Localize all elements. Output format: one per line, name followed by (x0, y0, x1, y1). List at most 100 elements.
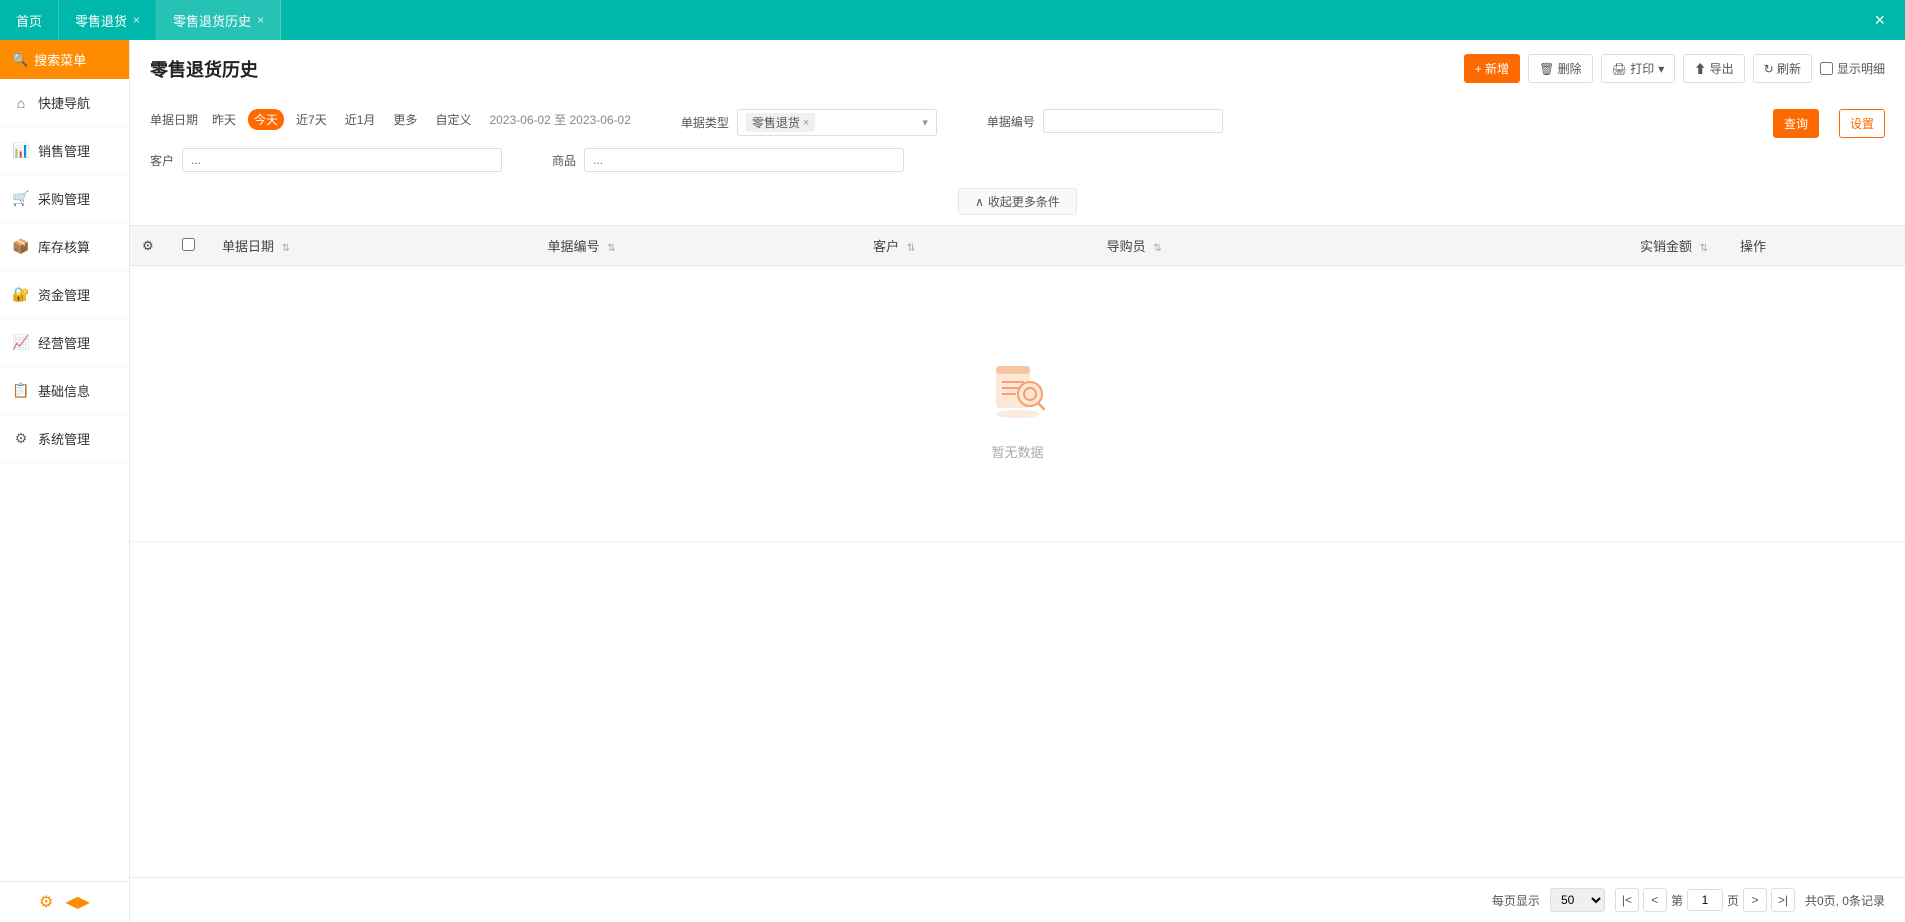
empty-text: 暂无数据 (991, 442, 1043, 461)
date-opt-last1month[interactable]: 近1月 (339, 109, 382, 130)
page-number-input[interactable] (1687, 889, 1723, 911)
inventory-icon: 📦 (12, 238, 30, 256)
sidebar-item-quick-nav[interactable]: ⌂ 快捷导航 (0, 79, 129, 127)
type-tag: 零售退货 × (746, 113, 815, 132)
type-tag-label: 零售退货 (752, 114, 800, 131)
date-opt-today[interactable]: 今天 (248, 109, 284, 130)
query-button[interactable]: 查询 (1773, 109, 1819, 138)
th-guide[interactable]: 导购员 ⇅ (1095, 226, 1375, 266)
type-filter-label: 单据类型 (681, 114, 729, 131)
display-toggle-checkbox[interactable] (1820, 62, 1833, 75)
date-filter-label: 单据日期 (150, 111, 198, 128)
settings-button[interactable]: 设置 (1839, 109, 1885, 138)
tab-retail-return-close[interactable]: × (133, 13, 140, 27)
per-page-label: 每页显示 (1492, 892, 1540, 909)
goods-filter-label: 商品 (552, 152, 576, 169)
page-unit: 页 (1727, 892, 1739, 909)
prev-page-btn[interactable]: < (1643, 888, 1667, 912)
th-actions-label: 操作 (1740, 239, 1766, 254)
sidebar-item-label: 系统管理 (38, 429, 90, 448)
goods-input[interactable] (584, 148, 904, 172)
tab-home[interactable]: 首页 (0, 0, 59, 40)
th-customer[interactable]: 客户 ⇅ (861, 226, 1095, 266)
sales-icon: 📊 (12, 142, 30, 160)
tab-retail-return[interactable]: 零售退货 × (59, 0, 157, 40)
pagination-bar: 每页显示 10 20 50 100 |< < 第 页 > >| 共0页, 0条记… (130, 877, 1905, 922)
delete-button[interactable]: 🗑 删除 (1528, 54, 1593, 83)
th-checkbox[interactable] (170, 226, 210, 266)
purchase-icon: 🛒 (12, 190, 30, 208)
collapse-label: 收起更多条件 (988, 193, 1060, 210)
sort-icon-customer: ⇅ (907, 243, 915, 254)
sort-icon-guide: ⇅ (1153, 243, 1161, 254)
window-close-button[interactable]: × (1866, 10, 1893, 31)
customer-input[interactable] (182, 148, 502, 172)
content-wrapper: ⚙ 单据日期 ⇅ 单据编号 ⇅ (130, 226, 1905, 922)
refresh-button[interactable]: ↻ 刷新 (1753, 54, 1812, 83)
tab-list: 首页 零售退货 × 零售退货历史 × (0, 0, 281, 40)
empty-illustration (978, 346, 1058, 426)
page-title-row: 零售退货历史 + 新增 🗑 删除 🖨 打印 ▾ ⬆ 导出 (150, 54, 1885, 83)
per-page-select[interactable]: 10 20 50 100 (1550, 888, 1605, 912)
quick-nav-icon: ⌂ (12, 94, 30, 112)
select-all-checkbox[interactable] (182, 238, 195, 251)
type-tag-close[interactable]: × (803, 117, 809, 129)
display-toggle: 显示明细 (1820, 60, 1885, 77)
sort-icon-date: ⇅ (282, 243, 290, 254)
th-number[interactable]: 单据编号 ⇅ (536, 226, 862, 266)
next-page-btn[interactable]: > (1743, 888, 1767, 912)
main-content: 零售退货历史 + 新增 🗑 删除 🖨 打印 ▾ ⬆ 导出 (130, 40, 1905, 922)
data-table: ⚙ 单据日期 ⇅ 单据编号 ⇅ (130, 226, 1905, 542)
collapse-icon: ∧ (975, 195, 984, 209)
top-bar: 首页 零售退货 × 零售退货历史 × × (0, 0, 1905, 40)
tab-retail-return-history[interactable]: 零售退货历史 × (157, 0, 281, 40)
th-date-label: 单据日期 (222, 239, 274, 254)
th-customer-label: 客户 (873, 239, 899, 254)
filter-row-1: 单据日期 昨天 今天 近7天 近1月 更多 自定义 2023-06-02 至 2… (150, 109, 1885, 138)
print-label: 🖨 打印 (1612, 60, 1655, 77)
basic-info-icon: 📋 (12, 382, 30, 400)
date-opt-custom[interactable]: 自定义 (429, 109, 477, 130)
th-number-label: 单据编号 (548, 239, 600, 254)
print-button[interactable]: 🖨 打印 ▾ (1601, 54, 1676, 83)
filter-row-2: 客户 商品 (150, 148, 1885, 172)
last-page-btn[interactable]: >| (1771, 888, 1795, 912)
th-settings[interactable]: ⚙ (130, 226, 170, 266)
sidebar-item-sales-mgmt[interactable]: 📊 销售管理 (0, 127, 129, 175)
th-amount[interactable]: 实销金额 ⇅ (1374, 226, 1728, 266)
sidebar-item-sys-mgmt[interactable]: ⚙ 系统管理 (0, 415, 129, 463)
sidebar-item-label: 基础信息 (38, 381, 90, 400)
sidebar-item-basic-info[interactable]: 📋 基础信息 (0, 367, 129, 415)
table-body: 暂无数据 (130, 266, 1905, 542)
new-label: + 新增 (1475, 60, 1509, 77)
number-input[interactable] (1043, 109, 1223, 133)
pagination-summary: 共0页, 0条记录 (1805, 892, 1885, 909)
sidebar-item-purchase-mgmt[interactable]: 🛒 采购管理 (0, 175, 129, 223)
sidebar-item-business-mgmt[interactable]: 📈 经营管理 (0, 319, 129, 367)
funds-icon: 🔐 (12, 286, 30, 304)
search-menu-btn[interactable]: 🔍 搜索菜单 (0, 40, 129, 79)
sidebar: 🔍 搜索菜单 ⌂ 快捷导航 📊 销售管理 🛒 采购管理 📦 库存核算 🔐 资金管… (0, 40, 130, 922)
sidebar-settings-icon[interactable]: ⚙ (39, 892, 53, 912)
sidebar-item-label: 资金管理 (38, 285, 90, 304)
sidebar-item-label: 销售管理 (38, 141, 90, 160)
sidebar-item-inventory-calc[interactable]: 📦 库存核算 (0, 223, 129, 271)
th-actions: 操作 (1728, 226, 1905, 266)
tab-retail-return-history-close[interactable]: × (257, 13, 264, 27)
th-date[interactable]: 单据日期 ⇅ (210, 226, 536, 266)
collapse-button[interactable]: ∧ 收起更多条件 (958, 188, 1077, 215)
type-select[interactable]: 零售退货 × ▾ (737, 109, 937, 136)
date-opt-yesterday[interactable]: 昨天 (206, 109, 242, 130)
first-page-btn[interactable]: |< (1615, 888, 1639, 912)
sidebar-volume-icon[interactable]: ◀▶ (65, 892, 90, 912)
sort-icon-number: ⇅ (607, 243, 615, 254)
sidebar-bottom: ⚙ ◀▶ (0, 881, 129, 922)
main-layout: 🔍 搜索菜单 ⌂ 快捷导航 📊 销售管理 🛒 采购管理 📦 库存核算 🔐 资金管… (0, 40, 1905, 922)
export-button[interactable]: ⬆ 导出 (1683, 54, 1744, 83)
date-opt-last7[interactable]: 近7天 (290, 109, 333, 130)
new-button[interactable]: + 新增 (1464, 54, 1520, 83)
date-filter: 单据日期 昨天 今天 近7天 近1月 更多 自定义 2023-06-02 至 2… (150, 109, 631, 130)
sidebar-item-funds-mgmt[interactable]: 🔐 资金管理 (0, 271, 129, 319)
print-dropdown-icon: ▾ (1658, 62, 1664, 76)
date-opt-more[interactable]: 更多 (387, 109, 423, 130)
